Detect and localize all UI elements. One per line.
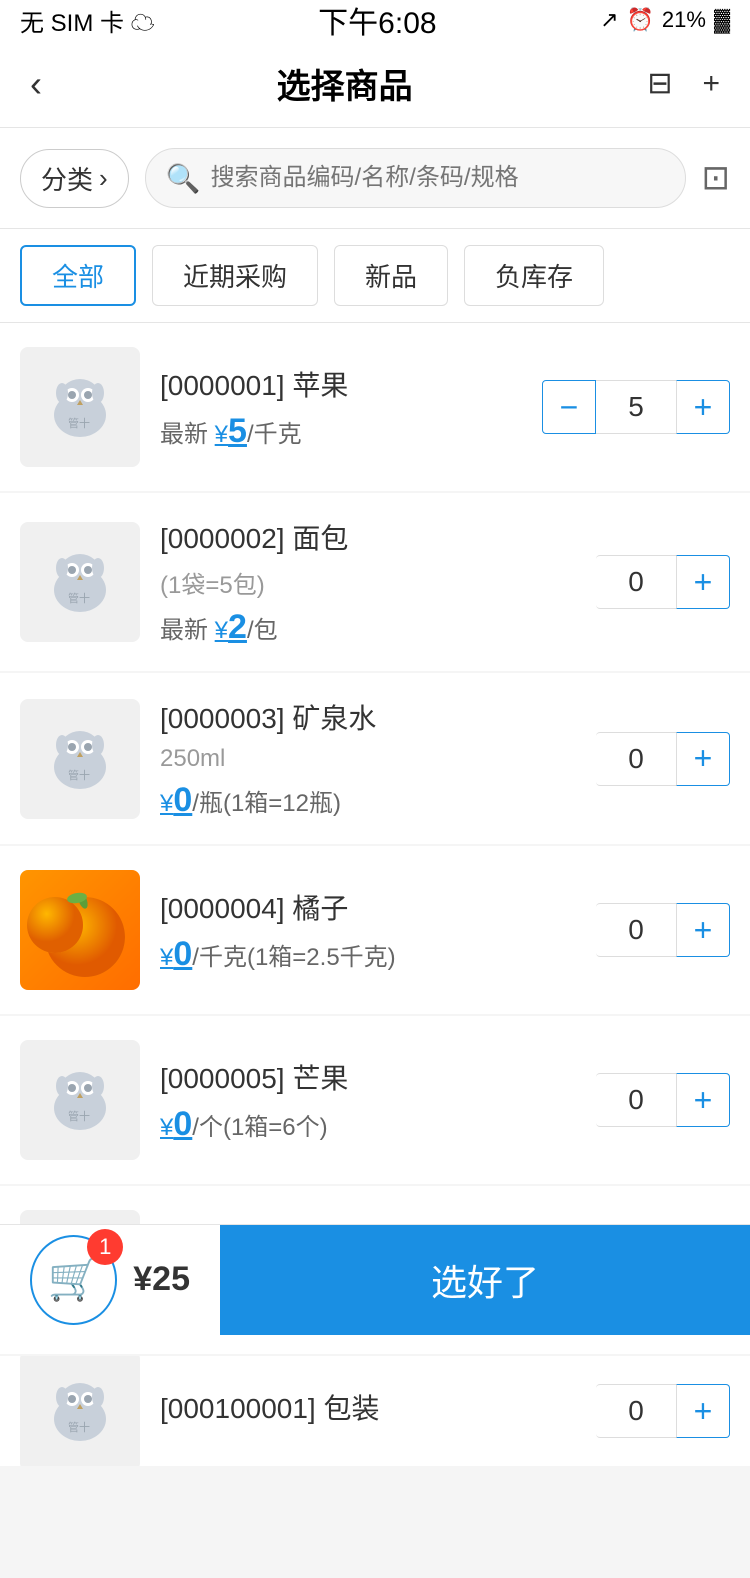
product-price: 最新 ¥2/包	[160, 608, 576, 647]
product-spec: 250ml	[160, 745, 576, 773]
search-input[interactable]	[211, 164, 665, 192]
quantity-increase-button[interactable]: +	[676, 903, 730, 957]
quantity-input[interactable]	[596, 1073, 676, 1127]
list-item: 管十 [000100001] 包装 +	[0, 1356, 750, 1466]
scan-icon[interactable]: ⊡	[702, 158, 731, 198]
quantity-control: − +	[542, 380, 730, 434]
svg-text:管十: 管十	[68, 1109, 90, 1123]
list-item: 管十 [0000001] 苹果 最新 ¥5/千克 − +	[0, 323, 750, 491]
back-button[interactable]: ‹	[30, 63, 42, 105]
product-image	[20, 870, 140, 990]
quantity-decrease-button[interactable]: −	[542, 380, 596, 434]
tab-负库存[interactable]: 负库存	[464, 245, 604, 306]
quantity-increase-button[interactable]: +	[676, 1384, 730, 1438]
quantity-increase-button[interactable]: +	[676, 380, 730, 434]
product-image: 管十	[20, 522, 140, 642]
alarm-icon: ⏰	[627, 7, 654, 33]
tab-新品[interactable]: 新品	[334, 245, 448, 306]
quantity-increase-button[interactable]: +	[676, 732, 730, 786]
svg-text:管十: 管十	[68, 1420, 90, 1434]
status-right: ↗ ⏰ 21% ▓	[600, 7, 730, 33]
chevron-right-icon: ›	[99, 163, 108, 194]
quantity-control: +	[596, 555, 730, 609]
cart-button[interactable]: 🛒 1	[30, 1235, 117, 1325]
location-icon: ↗	[600, 7, 618, 33]
cart-total: ¥25	[133, 1260, 190, 1299]
product-info: [0000005] 芒果 ¥0/个(1箱=6个)	[160, 1057, 576, 1144]
status-time: 下午6:08	[318, 0, 436, 42]
product-name: [0000005] 芒果	[160, 1057, 576, 1097]
product-spec: (1袋=5包)	[160, 565, 576, 600]
filter-area: 分类 › 🔍 ⊡	[0, 128, 750, 229]
nav-right: ⊟ +	[647, 66, 720, 101]
product-info: [0000004] 橘子 ¥0/千克(1箱=2.5千克)	[160, 887, 576, 974]
product-info: [000100001] 包装	[160, 1387, 576, 1435]
product-info: [0000001] 苹果 最新 ¥5/千克	[160, 364, 522, 451]
status-bar: 无 SIM 卡 ☁ 下午6:08 ↗ ⏰ 21% ▓	[0, 0, 750, 40]
cart-area: 🛒 1 ¥25	[0, 1235, 220, 1325]
bottom-bar: 🛒 1 ¥25 选好了	[0, 1224, 750, 1334]
svg-text:管十: 管十	[68, 768, 90, 782]
confirm-button[interactable]: 选好了	[220, 1225, 750, 1335]
battery-status: 21%	[662, 7, 706, 33]
svg-text:管十: 管十	[68, 416, 90, 430]
list-item: 管十 [0000002] 面包 (1袋=5包) 最新 ¥2/包 +	[0, 493, 750, 671]
quantity-input[interactable]	[596, 380, 676, 434]
quantity-control: +	[596, 903, 730, 957]
search-icon: 🔍	[166, 162, 201, 195]
add-button[interactable]: +	[702, 67, 720, 101]
list-item: 管十 [0000003] 矿泉水 250ml ¥0/瓶(1箱=12瓶) +	[0, 673, 750, 844]
quantity-control: +	[596, 1073, 730, 1127]
tab-全部[interactable]: 全部	[20, 245, 136, 306]
search-box: 🔍	[145, 148, 686, 208]
cart-icon: 🛒	[47, 1255, 99, 1304]
quantity-input[interactable]	[596, 903, 676, 957]
list-item: 管十 [0000005] 芒果 ¥0/个(1箱=6个) +	[0, 1016, 750, 1184]
nav-bar: ‹ 选择商品 ⊟ +	[0, 40, 750, 128]
product-price: 最新 ¥5/千克	[160, 412, 522, 451]
product-price: ¥0/千克(1箱=2.5千克)	[160, 935, 576, 974]
tab-近期采购[interactable]: 近期采购	[152, 245, 318, 306]
product-image: 管十	[20, 699, 140, 819]
quantity-control: +	[596, 732, 730, 786]
product-name: [0000004] 橘子	[160, 887, 576, 927]
product-image: 管十	[20, 1356, 140, 1466]
product-info: [0000002] 面包 (1袋=5包) 最新 ¥2/包	[160, 517, 576, 647]
nav-left: ‹	[30, 63, 42, 105]
product-name: [0000002] 面包	[160, 517, 576, 557]
status-left: 无 SIM 卡 ☁	[20, 3, 155, 38]
product-info: [0000003] 矿泉水 250ml ¥0/瓶(1箱=12瓶)	[160, 697, 576, 820]
quantity-input[interactable]	[596, 1384, 676, 1438]
product-image: 管十	[20, 347, 140, 467]
filter-icon[interactable]: ⊟	[647, 66, 672, 101]
product-name: [0000001] 苹果	[160, 364, 522, 404]
product-name: [000100001] 包装	[160, 1387, 576, 1427]
quantity-increase-button[interactable]: +	[676, 1073, 730, 1127]
category-label: 分类	[41, 160, 93, 197]
cart-badge: 1	[87, 1229, 123, 1265]
sim-status: 无 SIM 卡 ☁	[20, 3, 155, 38]
tab-bar: 全部近期采购新品负库存	[0, 229, 750, 323]
svg-text:管十: 管十	[68, 591, 90, 605]
list-item: [0000004] 橘子 ¥0/千克(1箱=2.5千克) +	[0, 846, 750, 1014]
quantity-increase-button[interactable]: +	[676, 555, 730, 609]
product-name: [0000003] 矿泉水	[160, 697, 576, 737]
quantity-input[interactable]	[596, 732, 676, 786]
category-button[interactable]: 分类 ›	[20, 149, 129, 208]
page-title: 选择商品	[277, 59, 413, 108]
quantity-control: +	[596, 1384, 730, 1438]
battery-icon: ▓	[714, 7, 730, 33]
product-image: 管十	[20, 1040, 140, 1160]
product-price: ¥0/瓶(1箱=12瓶)	[160, 781, 576, 820]
product-price: ¥0/个(1箱=6个)	[160, 1105, 576, 1144]
quantity-input[interactable]	[596, 555, 676, 609]
